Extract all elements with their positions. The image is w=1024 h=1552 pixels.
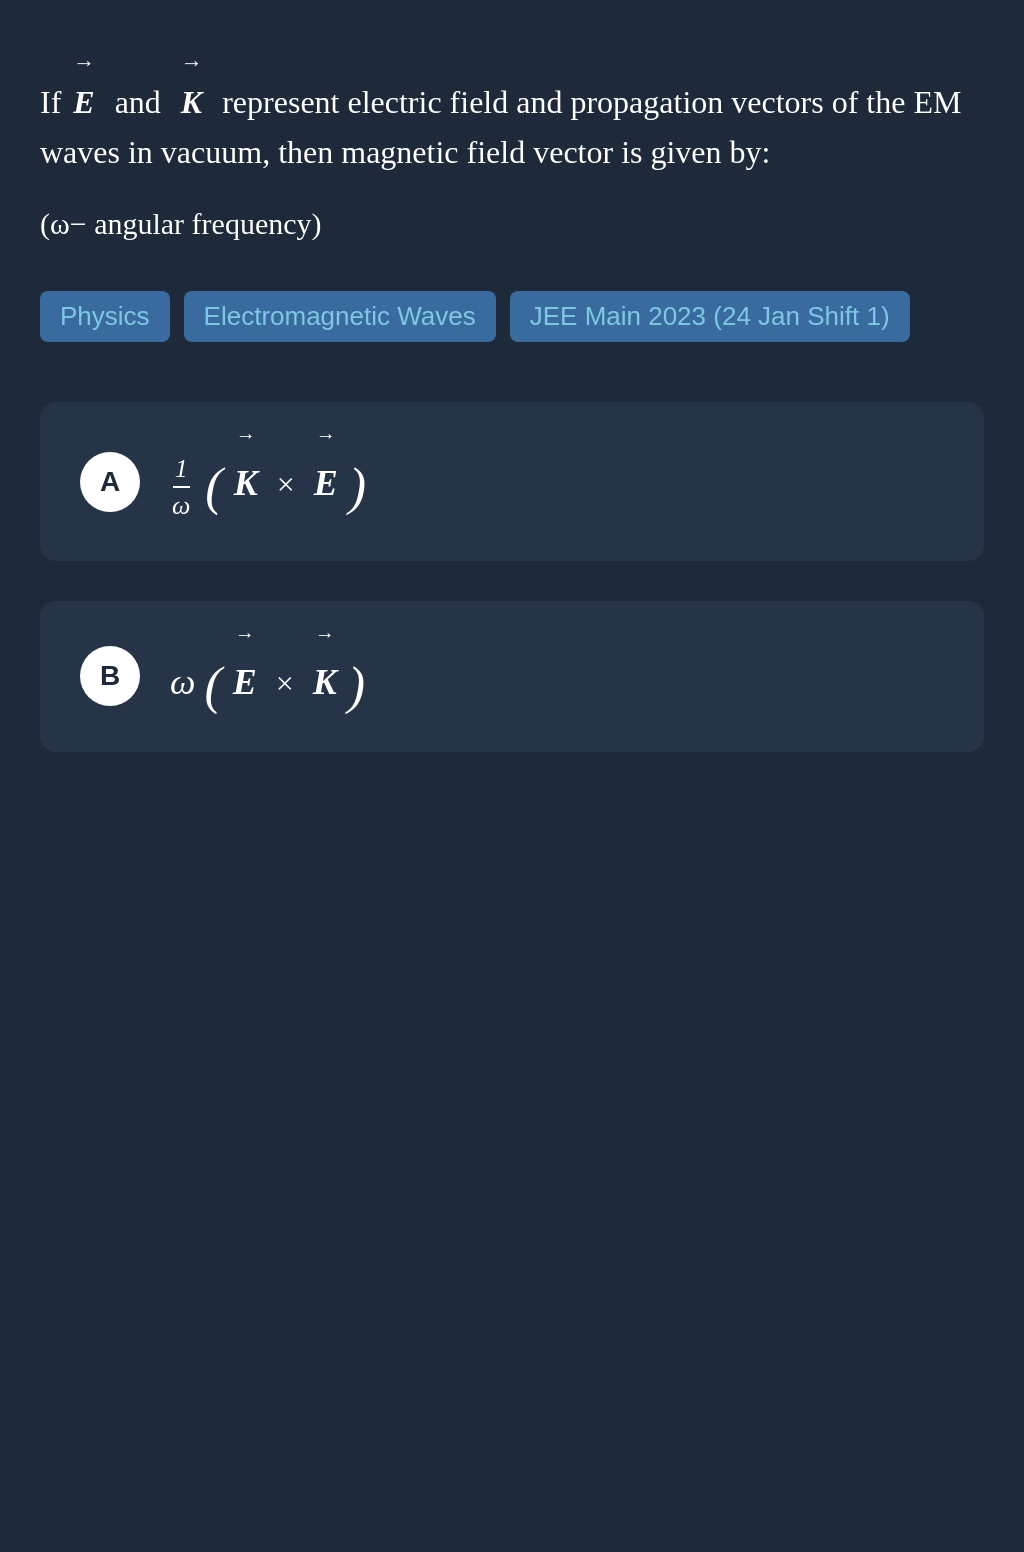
cross-b: × (276, 665, 294, 701)
option-a-formula: 1 ω ( → K × → E ) (170, 442, 366, 521)
close-paren-a: ) (349, 458, 366, 515)
question-container: If →E and →K represent electric field an… (40, 60, 984, 241)
vec-K-option-a: → K (234, 442, 258, 504)
tag-em-waves[interactable]: Electromagnetic Waves (184, 291, 496, 342)
question-text: If →E and →K represent electric field an… (40, 60, 984, 177)
option-a-card[interactable]: A 1 ω ( → K × → E ) (40, 402, 984, 561)
option-b-label: B (80, 646, 140, 706)
vec-K-option-b: → K (313, 641, 337, 703)
close-paren-b: ) (348, 657, 365, 714)
arrow-K-b: → (313, 623, 337, 646)
fraction-numerator: 1 (173, 453, 190, 488)
vec-E-option-b: → E (233, 641, 257, 703)
open-paren-b: ( (204, 657, 221, 714)
option-a-label: A (80, 452, 140, 512)
open-paren-a: ( (205, 458, 222, 515)
option-b-card[interactable]: B ω ( → E × → K ) (40, 601, 984, 752)
cross-a: × (277, 466, 295, 502)
arrow-K-a: → (234, 424, 258, 447)
fraction-1-omega: 1 ω (170, 453, 192, 521)
arrow-E-b: → (233, 623, 257, 646)
option-b-formula: ω ( → E × → K ) (170, 641, 365, 712)
angular-freq-note: (ω− angular frequency) (40, 207, 984, 241)
tags-container: Physics Electromagnetic Waves JEE Main 2… (40, 291, 984, 342)
vector-E: →E (73, 60, 94, 128)
tag-jee-main[interactable]: JEE Main 2023 (24 Jan Shift 1) (510, 291, 910, 342)
tag-physics[interactable]: Physics (40, 291, 170, 342)
fraction-denominator: ω (170, 488, 192, 521)
arrow-E-a: → (314, 424, 338, 447)
omega-b: ω (170, 662, 195, 702)
vector-K: →K (181, 60, 202, 128)
vec-E-option-a: → E (314, 442, 338, 504)
